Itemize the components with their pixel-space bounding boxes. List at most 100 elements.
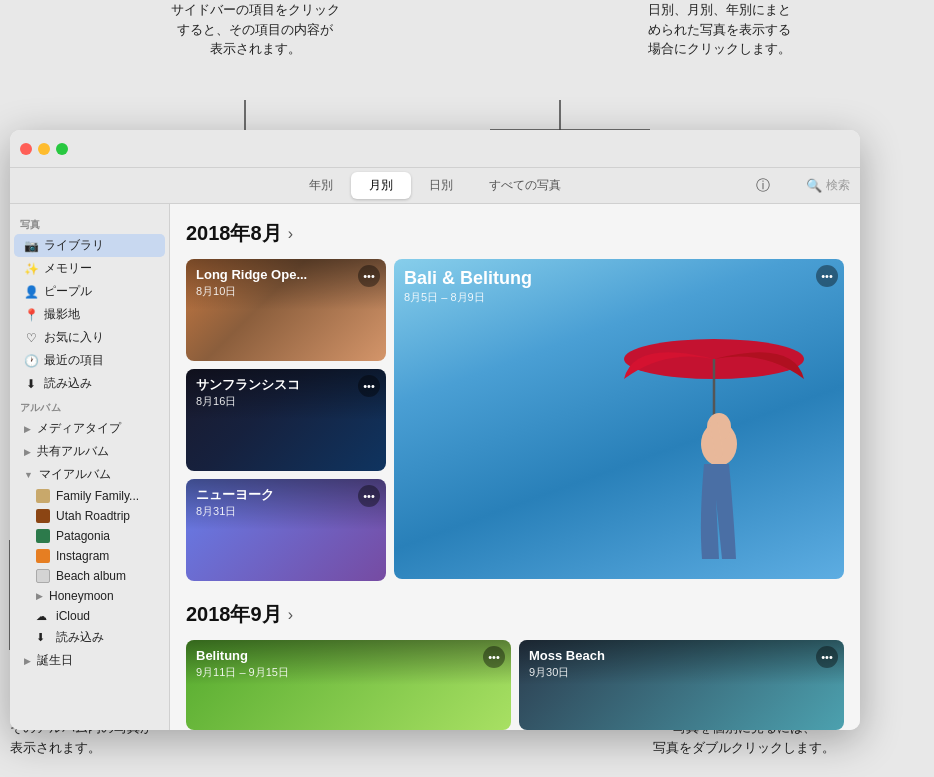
memories-icon: ✨ [24, 262, 38, 276]
sidebar-section-album: アルバム [10, 395, 169, 417]
sf-more-btn[interactable]: ••• [358, 375, 380, 397]
sidebar-label-shared: 共有アルバム [37, 443, 109, 460]
bali-figure [604, 279, 824, 579]
tab-group: 年別 月別 日別 すべての写真 [291, 172, 579, 199]
section-header-august: 2018年8月 › [186, 220, 844, 247]
search-icon: 🔍 [806, 178, 822, 193]
section-title-september: 2018年9月 [186, 601, 282, 628]
section-chevron-september[interactable]: › [288, 606, 293, 624]
sidebar-item-import2[interactable]: ⬇ 読み込み [14, 626, 165, 649]
photo-card-moss[interactable]: Moss Beach 9月30日 ••• [519, 640, 844, 730]
tab-all-photos[interactable]: すべての写真 [471, 172, 579, 199]
sidebar-item-utah[interactable]: Utah Roadtrip [14, 506, 165, 526]
bali-more-btn[interactable]: ••• [816, 265, 838, 287]
photo-label-ridge: Long Ridge Ope... 8月10日 [196, 267, 307, 299]
favorites-icon: ♡ [24, 331, 38, 345]
triangle-icon-2: ▶ [24, 447, 31, 457]
bali-date: 8月5日 – 8月9日 [404, 290, 532, 305]
sidebar-item-places[interactable]: 📍 撮影地 [14, 303, 165, 326]
sidebar-item-recent[interactable]: 🕐 最近の項目 [14, 349, 165, 372]
bali-label: Bali & Belitung 8月5日 – 8月9日 [404, 267, 532, 305]
icloud-icon: ☁ [36, 610, 50, 623]
triangle-icon-4: ▶ [36, 591, 43, 601]
traffic-lights [20, 143, 68, 155]
callout-top-right: 日別、月別、年別にまと められた写真を表示する 場合にクリックします。 [614, 0, 824, 59]
titlebar [10, 130, 860, 168]
photo-card-belitung[interactable]: Belitung 9月11日 – 9月15日 ••• [186, 640, 511, 730]
sidebar-item-people[interactable]: 👤 ピープル [14, 280, 165, 303]
sidebar-item-honeymoon[interactable]: ▶ Honeymoon [14, 586, 165, 606]
ny-date: 8月31日 [196, 504, 274, 519]
patagonia-thumb [36, 529, 50, 543]
section-chevron-august[interactable]: › [288, 225, 293, 243]
sidebar-label-icloud: iCloud [56, 609, 90, 623]
sidebar-item-shared[interactable]: ▶ 共有アルバム [14, 440, 165, 463]
sidebar-label-import2: 読み込み [56, 629, 104, 646]
people-icon: 👤 [24, 285, 38, 299]
info-button[interactable]: ⓘ [756, 177, 770, 195]
import-icon: ⬇ [24, 377, 38, 391]
sidebar-label-my-albums: マイアルバム [39, 466, 111, 483]
window-body: 写真 📷 ライブラリ ✨ メモリー 👤 ピープル 📍 撮影地 ♡ お気に入り [10, 204, 860, 730]
sidebar-label-memories: メモリー [44, 260, 92, 277]
tab-yearly[interactable]: 年別 [291, 172, 351, 199]
photo-card-bali[interactable]: Bali & Belitung 8月5日 – 8月9日 ••• [394, 259, 844, 579]
ridge-more-btn[interactable]: ••• [358, 265, 380, 287]
sidebar-item-family[interactable]: Family Family... [14, 486, 165, 506]
sf-date: 8月16日 [196, 394, 300, 409]
sidebar-item-beach[interactable]: Beach album [14, 566, 165, 586]
sidebar: 写真 📷 ライブラリ ✨ メモリー 👤 ピープル 📍 撮影地 ♡ お気に入り [10, 204, 170, 730]
sidebar-label-birthday: 誕生日 [37, 652, 73, 669]
belitung-date: 9月11日 – 9月15日 [196, 665, 289, 680]
svg-line-14 [714, 424, 719, 454]
beach-thumb [36, 569, 50, 583]
ridge-date: 8月10日 [196, 284, 307, 299]
section-header-september: 2018年9月 › [186, 601, 844, 628]
callout-top-left: サイドバーの項目をクリック すると、その項目の内容が 表示されます。 [165, 0, 345, 59]
sidebar-item-memories[interactable]: ✨ メモリー [14, 257, 165, 280]
ny-more-btn[interactable]: ••• [358, 485, 380, 507]
belitung-more-btn[interactable]: ••• [483, 646, 505, 668]
sidebar-item-library[interactable]: 📷 ライブラリ [14, 234, 165, 257]
sf-title: サンフランシスコ [196, 377, 300, 394]
section-title-august: 2018年8月 [186, 220, 282, 247]
family-thumb [36, 489, 50, 503]
ridge-title: Long Ridge Ope... [196, 267, 307, 284]
moss-label: Moss Beach 9月30日 [529, 648, 605, 680]
close-button[interactable] [20, 143, 32, 155]
photo-grid-august: Long Ridge Ope... 8月10日 ••• サンフランシスコ 8月1… [186, 259, 844, 581]
sidebar-item-my-albums[interactable]: ▼ マイアルバム [14, 463, 165, 486]
photo-card-ny[interactable]: ニューヨーク 8月31日 ••• [186, 479, 386, 581]
sidebar-item-birthday[interactable]: ▶ 誕生日 [14, 649, 165, 672]
sidebar-label-media-types: メディアタイプ [37, 420, 121, 437]
photo-grid-september: Belitung 9月11日 – 9月15日 ••• Moss Beach 9月… [186, 640, 844, 730]
tab-daily[interactable]: 日別 [411, 172, 471, 199]
moss-more-btn[interactable]: ••• [816, 646, 838, 668]
sidebar-label-favorites: お気に入り [44, 329, 104, 346]
sidebar-item-import[interactable]: ⬇ 読み込み [14, 372, 165, 395]
sidebar-label-recent: 最近の項目 [44, 352, 104, 369]
tabbar: 年別 月別 日別 すべての写真 ⓘ 🔍 検索 [10, 168, 860, 204]
sidebar-item-patagonia[interactable]: Patagonia [14, 526, 165, 546]
minimize-button[interactable] [38, 143, 50, 155]
maximize-button[interactable] [56, 143, 68, 155]
sidebar-label-instagram: Instagram [56, 549, 109, 563]
import2-icon: ⬇ [36, 631, 50, 644]
sidebar-label-honeymoon: Honeymoon [49, 589, 114, 603]
utah-thumb [36, 509, 50, 523]
triangle-icon: ▶ [24, 424, 31, 434]
sidebar-item-favorites[interactable]: ♡ お気に入り [14, 326, 165, 349]
sidebar-label-utah: Utah Roadtrip [56, 509, 130, 523]
sidebar-item-icloud[interactable]: ☁ iCloud [14, 606, 165, 626]
belitung-title: Belitung [196, 648, 289, 665]
recent-icon: 🕐 [24, 354, 38, 368]
search-placeholder: 検索 [826, 177, 850, 194]
sidebar-label-library: ライブラリ [44, 237, 104, 254]
sidebar-item-instagram[interactable]: Instagram [14, 546, 165, 566]
instagram-thumb [36, 549, 50, 563]
tab-monthly[interactable]: 月別 [351, 172, 411, 199]
photo-card-ridge[interactable]: Long Ridge Ope... 8月10日 ••• [186, 259, 386, 361]
main-window: 年別 月別 日別 すべての写真 ⓘ 🔍 検索 写真 📷 ライブラリ ✨ メモリー… [10, 130, 860, 730]
photo-card-sf[interactable]: サンフランシスコ 8月16日 ••• [186, 369, 386, 471]
sidebar-item-media-types[interactable]: ▶ メディアタイプ [14, 417, 165, 440]
